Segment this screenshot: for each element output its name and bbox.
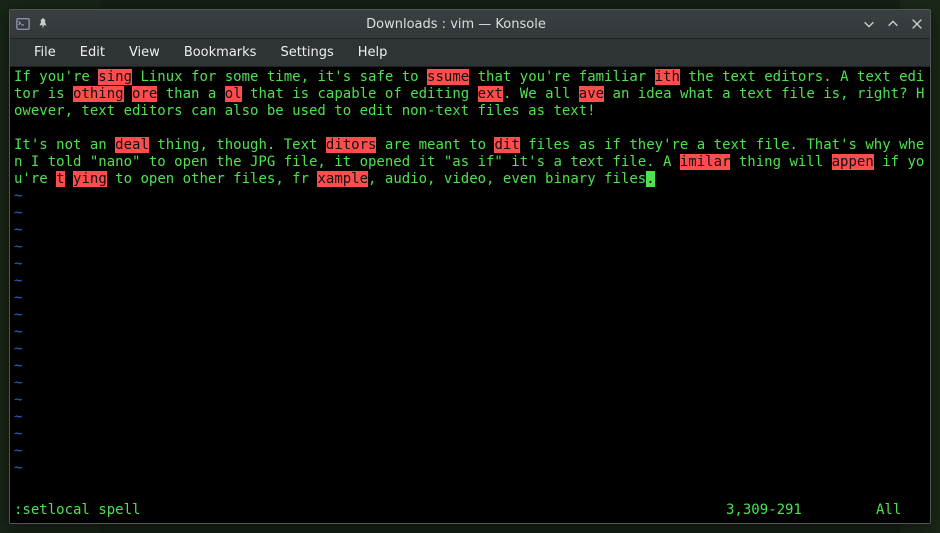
vim-tilde: ~ <box>14 426 926 443</box>
vim-tilde: ~ <box>14 341 926 358</box>
vim-tilde: ~ <box>14 375 926 392</box>
menu-view[interactable]: View <box>119 42 170 63</box>
text-run: If you're <box>14 69 98 85</box>
vim-tilde: ~ <box>14 188 926 205</box>
menubar: File Edit View Bookmarks Settings Help <box>10 39 930 67</box>
menu-settings[interactable]: Settings <box>270 42 343 63</box>
vim-tilde: ~ <box>14 460 926 477</box>
vim-statusline: :setlocal spell 3,309-291 All <box>14 502 926 519</box>
vim-tilde: ~ <box>14 443 926 460</box>
vim-buffer[interactable]: If you're sing Linux for some time, it's… <box>14 69 926 188</box>
vim-tilde: ~ <box>14 222 926 239</box>
vim-tilde: ~ <box>14 358 926 375</box>
menu-help[interactable]: Help <box>348 42 398 63</box>
text-run <box>124 86 132 102</box>
close-icon[interactable] <box>910 17 924 31</box>
text-run: that you're familiar <box>469 69 654 85</box>
vim-tilde: ~ <box>14 324 926 341</box>
vim-position: 3,309-291 <box>726 502 876 519</box>
vim-tilde: ~ <box>14 273 926 290</box>
text-run: thing will <box>730 154 831 170</box>
maximize-icon[interactable] <box>886 17 900 31</box>
app-icon <box>16 17 30 31</box>
spell-error: ditors <box>326 137 377 153</box>
spell-error: ith <box>655 69 680 85</box>
menu-edit[interactable]: Edit <box>70 42 115 63</box>
spell-error: xample <box>317 171 368 187</box>
spell-error: t <box>56 171 64 187</box>
minimize-icon[interactable] <box>862 17 876 31</box>
text-run: are meant to <box>376 137 494 153</box>
spell-error: imilar <box>680 154 731 170</box>
spell-error: ying <box>73 171 107 187</box>
vim-tilde: ~ <box>14 307 926 324</box>
spell-error: ssume <box>427 69 469 85</box>
window-title: Downloads : vim — Konsole <box>50 17 862 32</box>
vim-tilde: ~ <box>14 205 926 222</box>
text-run: , audio, video, even binary files <box>368 171 646 187</box>
spell-error: deal <box>115 137 149 153</box>
vim-tilde: ~ <box>14 409 926 426</box>
pin-icon[interactable] <box>36 17 50 31</box>
text-run: that is capable of editing <box>242 86 478 102</box>
konsole-window: Downloads : vim — Konsole File Edit View… <box>9 9 931 524</box>
spell-error: ext <box>478 86 503 102</box>
spell-error: dit <box>494 137 519 153</box>
text-run: to open other files, fr <box>107 171 318 187</box>
vim-empty-lines: ~~~~~~~~~~~~~~~~~ <box>14 188 926 477</box>
text-run: . We all <box>503 86 579 102</box>
terminal-area[interactable]: If you're sing Linux for some time, it's… <box>10 67 930 523</box>
vim-tilde: ~ <box>14 239 926 256</box>
spell-error: sing <box>98 69 132 85</box>
spell-error: ol <box>225 86 242 102</box>
cursor: . <box>646 171 654 187</box>
text-run: Linux for some time, it's safe to <box>132 69 427 85</box>
titlebar[interactable]: Downloads : vim — Konsole <box>10 10 930 39</box>
spell-error: ore <box>132 86 157 102</box>
spell-error: ave <box>579 86 604 102</box>
vim-percent: All <box>876 502 926 519</box>
spell-error: appen <box>832 154 874 170</box>
vim-tilde: ~ <box>14 256 926 273</box>
text-run <box>65 171 73 187</box>
menu-bookmarks[interactable]: Bookmarks <box>174 42 267 63</box>
vim-tilde: ~ <box>14 392 926 409</box>
vim-tilde: ~ <box>14 290 926 307</box>
vim-command: :setlocal spell <box>14 502 726 519</box>
text-run: thing, though. Text <box>149 137 326 153</box>
menu-file[interactable]: File <box>24 42 66 63</box>
spell-error: othing <box>73 86 124 102</box>
text-run: than a <box>157 86 224 102</box>
